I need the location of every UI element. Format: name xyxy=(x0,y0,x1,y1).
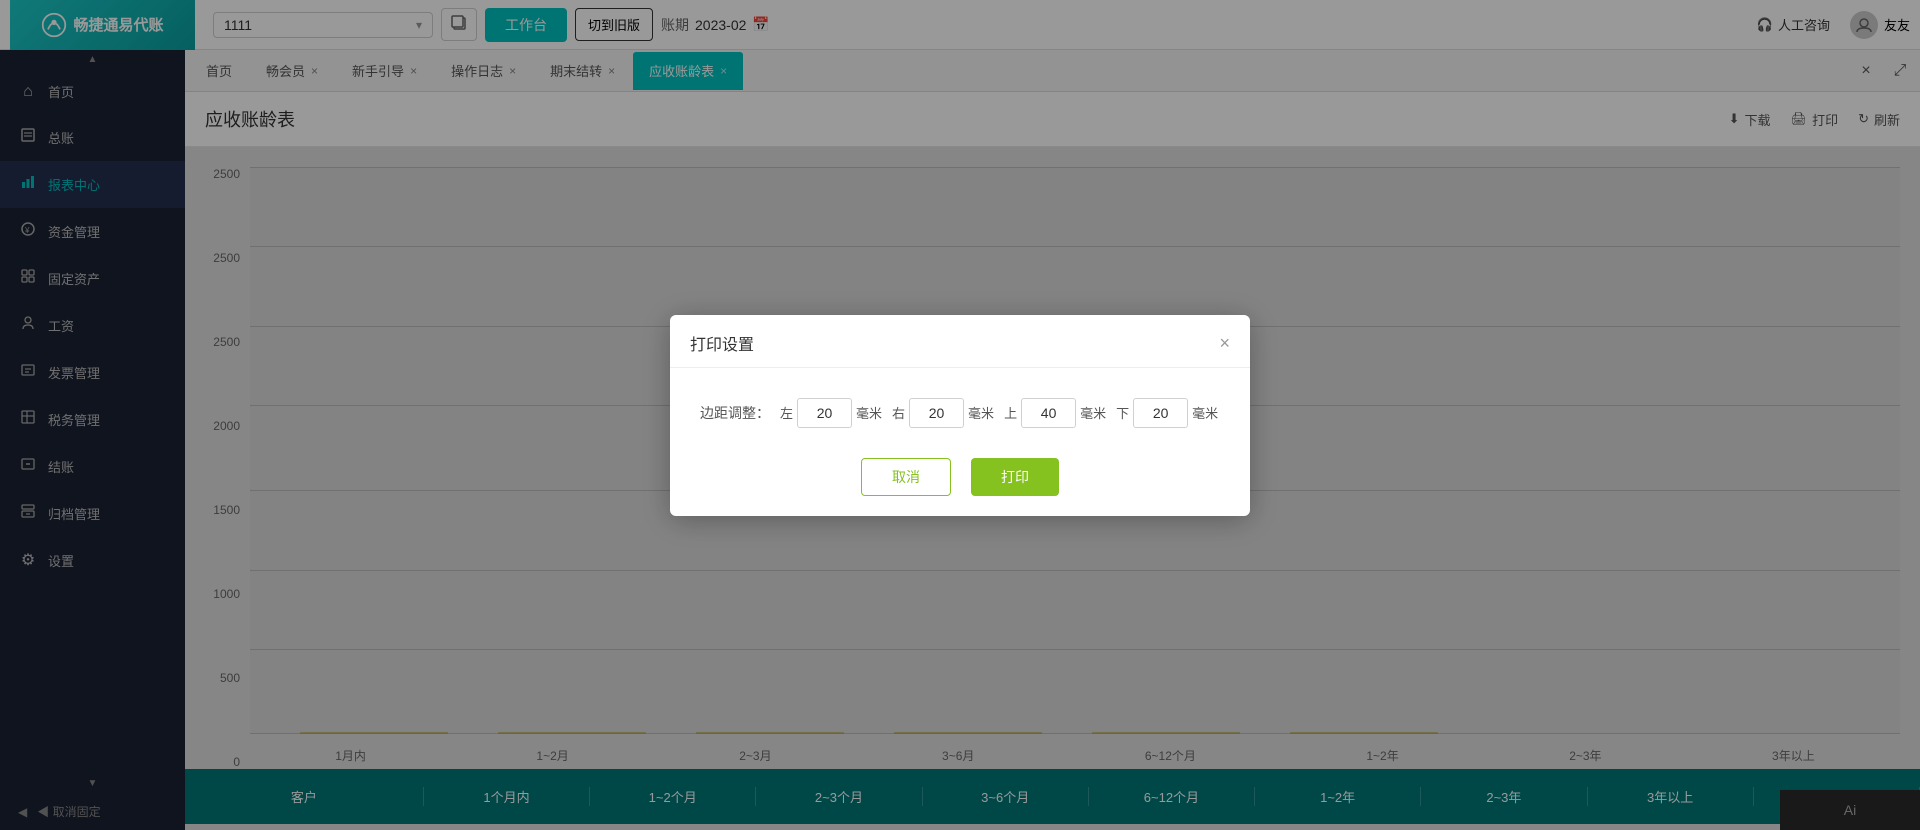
dialog-close-button[interactable]: × xyxy=(1219,334,1230,352)
margin-right-unit: 毫米 xyxy=(968,403,994,422)
margin-bottom-input[interactable] xyxy=(1133,398,1188,428)
margin-right-group: 右 毫米 xyxy=(892,398,994,428)
print-settings-dialog: 打印设置 × 边距调整： 左 毫米 右 毫米 上 毫米 xyxy=(670,315,1250,516)
dialog-header: 打印设置 × xyxy=(670,315,1250,368)
cancel-button[interactable]: 取消 xyxy=(861,458,951,496)
margin-right-label: 右 xyxy=(892,403,905,422)
margin-row: 边距调整： 左 毫米 右 毫米 上 毫米 下 xyxy=(700,398,1220,428)
margin-top-unit: 毫米 xyxy=(1080,403,1106,422)
margin-top-label: 上 xyxy=(1004,403,1017,422)
margin-left-label: 左 xyxy=(780,403,793,422)
margin-bottom-label: 下 xyxy=(1116,403,1129,422)
margin-top-group: 上 毫米 xyxy=(1004,398,1106,428)
margin-bottom-unit: 毫米 xyxy=(1192,403,1218,422)
margin-left-group: 左 毫米 xyxy=(780,398,882,428)
print-confirm-button[interactable]: 打印 xyxy=(971,458,1059,496)
margin-bottom-group: 下 毫米 xyxy=(1116,398,1218,428)
modal-overlay[interactable]: 打印设置 × 边距调整： 左 毫米 右 毫米 上 毫米 xyxy=(0,0,1920,830)
margin-left-input[interactable] xyxy=(797,398,852,428)
dialog-footer: 取消 打印 xyxy=(670,448,1250,516)
margin-right-input[interactable] xyxy=(909,398,964,428)
margin-label: 边距调整： xyxy=(700,403,770,423)
dialog-title: 打印设置 xyxy=(690,331,754,355)
margin-left-unit: 毫米 xyxy=(856,403,882,422)
dialog-body: 边距调整： 左 毫米 右 毫米 上 毫米 下 xyxy=(670,368,1250,448)
margin-top-input[interactable] xyxy=(1021,398,1076,428)
